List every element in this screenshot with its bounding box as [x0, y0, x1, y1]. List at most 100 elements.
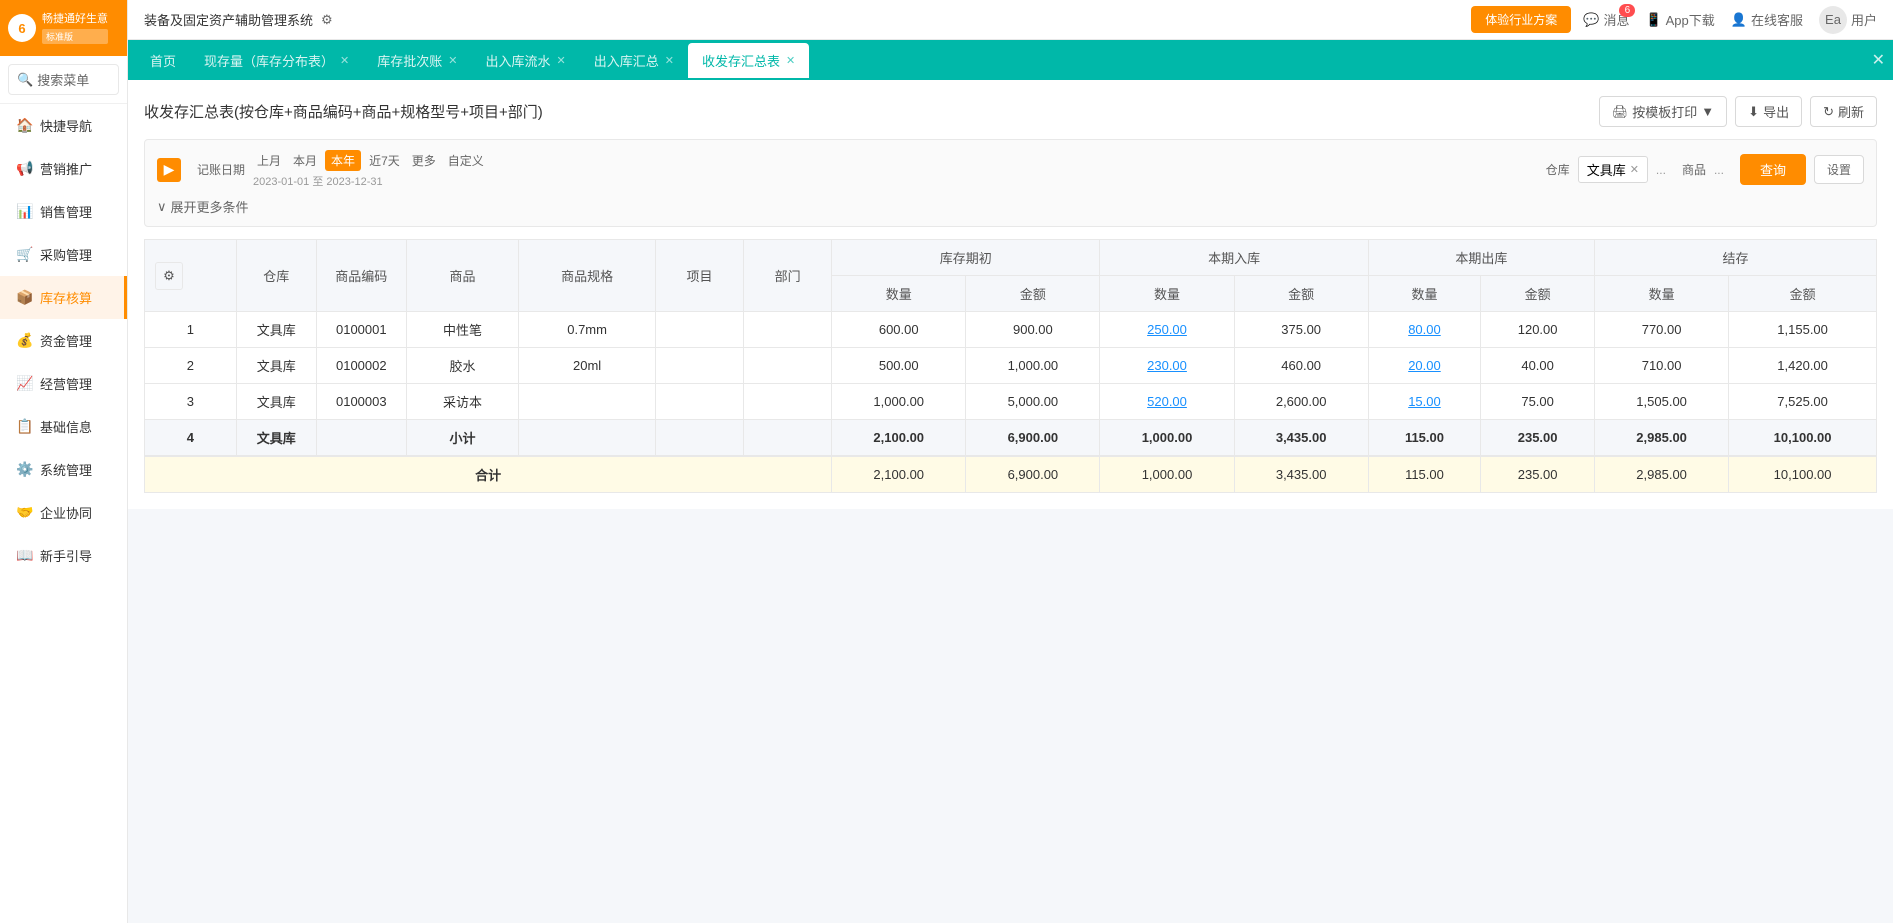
row-warehouse: 文具库 — [236, 384, 316, 420]
row-dept — [744, 420, 832, 457]
row-close-qty: 710.00 — [1595, 348, 1729, 384]
col-warehouse-header: 仓库 — [236, 240, 316, 312]
row-in-amt: 2,600.00 — [1234, 384, 1368, 420]
sidebar-item-sales[interactable]: 📊 销售管理 — [0, 190, 127, 233]
tab-bar-close-button[interactable]: ✕ — [1872, 50, 1885, 70]
message-button[interactable]: 💬 消息 6 — [1583, 10, 1629, 29]
date-btn-more[interactable]: 更多 — [408, 150, 440, 171]
col-settings-header: ⚙ — [145, 240, 237, 312]
tab-summary[interactable]: 出入库汇总 ✕ — [580, 43, 688, 78]
tab-close-flow[interactable]: ✕ — [557, 54, 566, 67]
row-in-amt: 3,435.00 — [1234, 420, 1368, 457]
tab-close-inventory-dist[interactable]: ✕ — [340, 54, 349, 67]
row-in-qty[interactable]: 250.00 — [1100, 312, 1234, 348]
sidebar-item-base-info[interactable]: 📋 基础信息 — [0, 405, 127, 448]
expand-conditions-button[interactable]: ∨ 展开更多条件 — [157, 197, 1864, 216]
user-avatar: Ea — [1819, 6, 1847, 34]
date-btn-this-month[interactable]: 本月 — [289, 150, 321, 171]
row-open-qty: 600.00 — [832, 312, 966, 348]
sidebar-item-enterprise[interactable]: 🤝 企业协同 — [0, 491, 127, 534]
app-download-button[interactable]: 📱 App下载 — [1645, 10, 1714, 29]
row-in-qty[interactable]: 230.00 — [1100, 348, 1234, 384]
row-spec: 0.7mm — [519, 312, 656, 348]
date-btn-last-month[interactable]: 上月 — [253, 150, 285, 171]
tab-batch-ledger[interactable]: 库存批次账 ✕ — [363, 43, 471, 78]
tab-close-recv-send[interactable]: ✕ — [786, 54, 795, 67]
sidebar-item-finance[interactable]: 💰 资金管理 — [0, 319, 127, 362]
table-row: 4文具库小计2,100.006,900.001,000.003,435.0011… — [145, 420, 1877, 457]
filter-settings-button[interactable]: 设置 — [1814, 155, 1864, 184]
filter-bar: ▶ 记账日期 上月 本月 本年 近7天 更多 自定义 — [144, 139, 1877, 227]
row-in-amt: 375.00 — [1234, 312, 1368, 348]
goods-filter-label: 商品 — [1682, 161, 1706, 178]
sidebar-item-guide[interactable]: 📖 新手引导 — [0, 534, 127, 577]
footer-open-amt: 6,900.00 — [966, 456, 1100, 493]
service-icon: 👤 — [1731, 12, 1747, 28]
sub-close-amt: 金额 — [1729, 276, 1877, 312]
enterprise-icon: 🤝 — [16, 504, 32, 521]
print-icon: 🖨 — [1612, 104, 1629, 120]
tab-inventory-dist[interactable]: 现存量（库存分布表） ✕ — [190, 43, 363, 78]
export-icon: ⬇ — [1748, 104, 1759, 120]
settings-gear-icon[interactable]: ⚙ — [321, 12, 333, 28]
content-inner: 收发存汇总表(按仓库+商品编码+商品+规格型号+项目+部门) 🖨 按模板打印 ▼… — [128, 80, 1893, 509]
row-out-qty[interactable]: 20.00 — [1368, 348, 1480, 384]
row-out-qty[interactable]: 15.00 — [1368, 384, 1480, 420]
search-menu-button[interactable]: 🔍 搜索菜单 — [8, 64, 119, 95]
tab-home[interactable]: 首页 — [136, 43, 190, 78]
tab-close-summary[interactable]: ✕ — [665, 54, 674, 67]
col-project-header: 项目 — [656, 240, 744, 312]
logo-title: 畅捷通好生意 — [42, 12, 108, 27]
sidebar-item-system[interactable]: ⚙️ 系统管理 — [0, 448, 127, 491]
online-service-button[interactable]: 👤 在线客服 — [1731, 10, 1803, 29]
guide-icon: 📖 — [16, 547, 32, 564]
filter-expand-arrow[interactable]: ▶ — [157, 158, 181, 182]
table-row: 2文具库0100002胶水20ml500.001,000.00230.00460… — [145, 348, 1877, 384]
user-menu-button[interactable]: Ea 用户 — [1819, 6, 1877, 34]
sidebar-item-operations[interactable]: 📈 经营管理 — [0, 362, 127, 405]
row-in-qty[interactable]: 520.00 — [1100, 384, 1234, 420]
date-btn-this-year[interactable]: 本年 — [325, 150, 361, 171]
tab-flow[interactable]: 出入库流水 ✕ — [471, 43, 579, 78]
sub-open-amt: 金额 — [966, 276, 1100, 312]
warehouse-tag-text: 文具库 — [1587, 160, 1626, 179]
date-btn-7days[interactable]: 近7天 — [365, 150, 404, 171]
tab-bar: 首页 现存量（库存分布表） ✕ 库存批次账 ✕ 出入库流水 ✕ 出入库汇总 ✕ … — [128, 40, 1893, 80]
table-settings-icon[interactable]: ⚙ — [155, 262, 183, 290]
refresh-button[interactable]: ↻ 刷新 — [1810, 96, 1877, 127]
row-open-amt: 900.00 — [966, 312, 1100, 348]
row-project — [656, 348, 744, 384]
warehouse-more-button[interactable]: ... — [1656, 163, 1666, 177]
row-dept — [744, 348, 832, 384]
print-template-button[interactable]: 🖨 按模板打印 ▼ — [1599, 96, 1727, 127]
system-title: 装备及固定资产辅助管理系统 — [144, 10, 313, 29]
trial-button[interactable]: 体验行业方案 — [1471, 6, 1571, 33]
tab-close-batch-ledger[interactable]: ✕ — [448, 54, 457, 67]
sub-out-amt: 金额 — [1481, 276, 1595, 312]
tab-recv-send[interactable]: 收发存汇总表 ✕ — [688, 43, 809, 78]
sidebar-item-quick-nav[interactable]: 🏠 快捷导航 — [0, 104, 127, 147]
goods-more-button[interactable]: ... — [1714, 163, 1724, 177]
table-footer-row: 合计 2,100.00 6,900.00 1,000.00 3,435.00 1… — [145, 456, 1877, 493]
sidebar-item-marketing[interactable]: 📢 营销推广 — [0, 147, 127, 190]
date-btn-custom[interactable]: 自定义 — [444, 150, 488, 171]
message-badge: 6 — [1619, 4, 1635, 17]
row-open-amt: 1,000.00 — [966, 348, 1100, 384]
sidebar-item-purchase[interactable]: 🛒 采购管理 — [0, 233, 127, 276]
row-out-qty[interactable]: 80.00 — [1368, 312, 1480, 348]
sidebar-item-inventory[interactable]: 📦 库存核算 — [0, 276, 127, 319]
row-close-amt: 7,525.00 — [1729, 384, 1877, 420]
query-button[interactable]: 查询 — [1740, 154, 1806, 185]
row-open-qty: 500.00 — [832, 348, 966, 384]
purchase-icon: 🛒 — [16, 246, 32, 263]
col-spec-header: 商品规格 — [519, 240, 656, 312]
warehouse-tag-close[interactable]: ✕ — [1630, 163, 1639, 176]
row-in-amt: 460.00 — [1234, 348, 1368, 384]
row-open-amt: 5,000.00 — [966, 384, 1100, 420]
row-warehouse: 文具库 — [236, 312, 316, 348]
row-open-qty: 2,100.00 — [832, 420, 966, 457]
footer-label: 合计 — [145, 456, 832, 493]
export-button[interactable]: ⬇ 导出 — [1735, 96, 1802, 127]
row-code: 0100002 — [316, 348, 406, 384]
row-close-qty: 1,505.00 — [1595, 384, 1729, 420]
